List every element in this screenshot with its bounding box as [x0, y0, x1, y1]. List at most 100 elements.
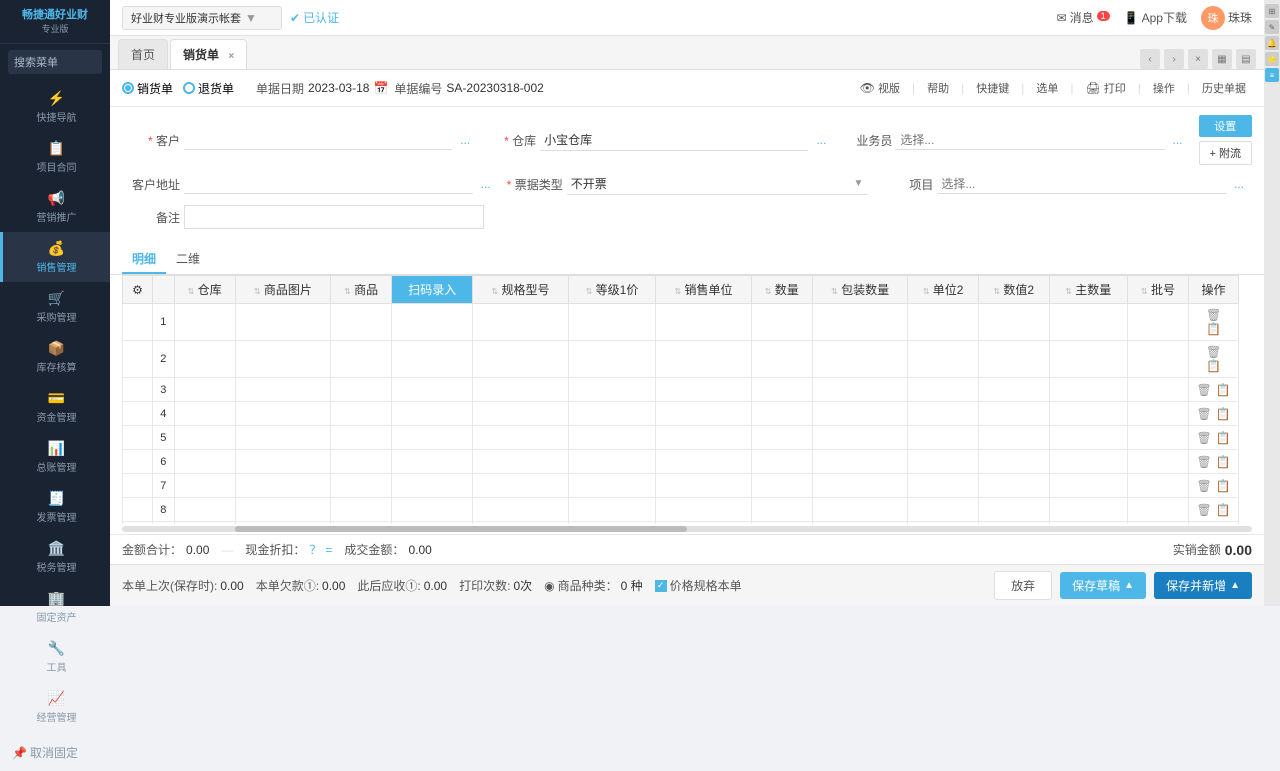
- tab-2d[interactable]: 二维: [166, 245, 210, 274]
- sidebar-item-invoice[interactable]: 🧾 发票管理: [0, 482, 110, 532]
- th-batch[interactable]: ⇅ 批号: [1127, 276, 1188, 304]
- td-batch-2[interactable]: [1127, 341, 1188, 378]
- tab-detail[interactable]: 明细: [122, 245, 166, 274]
- td-spec-model-1[interactable]: [473, 304, 568, 341]
- td-product-2[interactable]: [331, 341, 392, 378]
- delete-icon-6[interactable]: 🗑: [1196, 455, 1211, 469]
- set-button[interactable]: 设置: [1199, 115, 1252, 137]
- user-action[interactable]: 珠 珠珠: [1201, 6, 1252, 30]
- sidebar-item-project-contract[interactable]: 📋 项目合同: [0, 132, 110, 182]
- td-price1-1[interactable]: [568, 304, 656, 341]
- tab-nav-prev[interactable]: ‹: [1140, 49, 1160, 69]
- copy-icon-6[interactable]: 📋: [1216, 455, 1231, 469]
- td-unit2-1[interactable]: [908, 304, 979, 341]
- td-main-qty-2[interactable]: [1049, 341, 1127, 378]
- delete-icon-1[interactable]: 🗑: [1206, 308, 1221, 322]
- copy-icon-7[interactable]: 📋: [1216, 479, 1231, 493]
- tab-nav-grid2[interactable]: ▤: [1236, 49, 1256, 69]
- select-button[interactable]: 选单: [1030, 78, 1064, 98]
- th-sales-unit[interactable]: ⇅ 销售单位: [656, 276, 751, 304]
- view-button[interactable]: 👁 视版: [854, 78, 906, 98]
- right-panel-icon-5[interactable]: ≡: [1265, 68, 1279, 82]
- td-qty2-2[interactable]: [978, 341, 1049, 378]
- right-panel-icon-1[interactable]: ⊞: [1265, 4, 1279, 18]
- th-product[interactable]: ⇅ 商品: [331, 276, 392, 304]
- sidebar-item-biz-mgmt[interactable]: 📈 经营管理: [0, 682, 110, 732]
- th-product-img[interactable]: ⇅ 商品图片: [235, 276, 330, 304]
- td-quantity-1[interactable]: [751, 304, 812, 341]
- sidebar-item-quick-nav[interactable]: ⚡ 快捷导航: [0, 82, 110, 132]
- add-button[interactable]: + 附流: [1199, 141, 1252, 165]
- td-sales-unit-1[interactable]: [656, 304, 751, 341]
- scrollbar-thumb[interactable]: [235, 526, 687, 532]
- td-product-img-1[interactable]: [235, 304, 330, 341]
- customer-addr-dots[interactable]: ...: [481, 177, 491, 191]
- note-input[interactable]: [184, 205, 484, 229]
- sidebar-item-tools[interactable]: 🔧 工具: [0, 632, 110, 682]
- shortcut-button[interactable]: 快捷键: [970, 78, 1015, 98]
- search-menu-button[interactable]: 搜索菜单: [8, 50, 102, 74]
- right-panel-icon-4[interactable]: ⭐: [1265, 52, 1279, 66]
- calc-icon[interactable]: ？: [309, 541, 321, 558]
- th-settings[interactable]: ⚙: [123, 276, 153, 304]
- th-warehouse[interactable]: ⇅ 仓库: [174, 276, 235, 304]
- copy-icon-2[interactable]: 📋: [1206, 359, 1221, 373]
- td-main-qty-1[interactable]: [1049, 304, 1127, 341]
- print-button[interactable]: 🖨 打印: [1080, 78, 1132, 98]
- invoice-type-select[interactable]: 不开票 ▼: [567, 173, 868, 195]
- history-button[interactable]: 历史单据: [1196, 78, 1252, 98]
- horizontal-scrollbar[interactable]: [122, 526, 1252, 532]
- th-unit2[interactable]: ⇅ 单位2: [908, 276, 979, 304]
- tab-sales-order[interactable]: 销货单 ×: [170, 39, 247, 69]
- td-warehouse-2[interactable]: [174, 341, 235, 378]
- delete-icon-7[interactable]: 🗑: [1196, 479, 1211, 493]
- warehouse-dots[interactable]: ...: [816, 133, 826, 147]
- radio-return-order[interactable]: 退货单: [183, 80, 234, 97]
- td-pack-qty-1[interactable]: [812, 304, 907, 341]
- tab-nav-close[interactable]: ×: [1188, 49, 1208, 69]
- customer-addr-input[interactable]: [184, 175, 473, 194]
- td-pack-qty-2[interactable]: [812, 341, 907, 378]
- sidebar-item-sales-mgmt[interactable]: 💰 销售管理: [0, 232, 110, 282]
- th-pack-qty[interactable]: ⇅ 包装数量: [812, 276, 907, 304]
- project-input[interactable]: [937, 175, 1226, 194]
- message-action[interactable]: ✉ 消息 1: [1057, 9, 1110, 26]
- delete-icon-2[interactable]: 🗑: [1206, 345, 1221, 359]
- td-product-img-2[interactable]: [235, 341, 330, 378]
- copy-icon-1[interactable]: 📋: [1206, 322, 1221, 336]
- project-dots[interactable]: ...: [1234, 177, 1244, 191]
- td-spec-model-2[interactable]: [473, 341, 568, 378]
- right-panel-icon-3[interactable]: 🔔: [1265, 36, 1279, 50]
- copy-icon-5[interactable]: 📋: [1216, 431, 1231, 445]
- save-new-button[interactable]: 保存并新增 ▲: [1154, 572, 1252, 599]
- copy-icon-3[interactable]: 📋: [1216, 383, 1231, 397]
- copy-icon-8[interactable]: 📋: [1216, 503, 1231, 517]
- sidebar-item-fixed-assets[interactable]: 🏢 固定资产: [0, 582, 110, 632]
- customer-dots[interactable]: ...: [460, 133, 470, 147]
- sidebar-item-fund-mgmt[interactable]: 💳 资金管理: [0, 382, 110, 432]
- th-batch-import[interactable]: 扫码录入: [392, 276, 473, 304]
- delete-icon-5[interactable]: 🗑: [1196, 431, 1211, 445]
- td-batch-1[interactable]: [1127, 304, 1188, 341]
- delete-icon-3[interactable]: 🗑: [1196, 383, 1211, 397]
- company-select[interactable]: 好业财专业版演示帐套 ▼: [122, 6, 282, 30]
- th-qty2[interactable]: ⇅ 数值2: [978, 276, 1049, 304]
- td-warehouse-1[interactable]: [174, 304, 235, 341]
- sidebar-item-cancel-fix[interactable]: 📌 取消固定: [6, 740, 104, 765]
- th-quantity[interactable]: ⇅ 数量: [751, 276, 812, 304]
- app-download-action[interactable]: 📱 App下载: [1124, 9, 1187, 26]
- right-panel-icon-2[interactable]: ✎: [1265, 20, 1279, 34]
- sidebar-item-purchase-mgmt[interactable]: 🛒 采购管理: [0, 282, 110, 332]
- td-quantity-2[interactable]: [751, 341, 812, 378]
- customer-input[interactable]: [184, 131, 452, 150]
- tab-nav-grid1[interactable]: ▦: [1212, 49, 1232, 69]
- price-checkbox[interactable]: ✓: [655, 580, 667, 592]
- sidebar-item-accounting[interactable]: 📊 总账管理: [0, 432, 110, 482]
- help-button[interactable]: 帮助: [921, 78, 955, 98]
- operations-button[interactable]: 操作: [1147, 78, 1181, 98]
- delete-icon-4[interactable]: 🗑: [1196, 407, 1211, 421]
- tab-close-icon[interactable]: ×: [228, 51, 234, 62]
- tab-home[interactable]: 首页: [118, 39, 168, 69]
- td-batch-import-2[interactable]: [392, 341, 473, 378]
- td-batch-import-1[interactable]: [392, 304, 473, 341]
